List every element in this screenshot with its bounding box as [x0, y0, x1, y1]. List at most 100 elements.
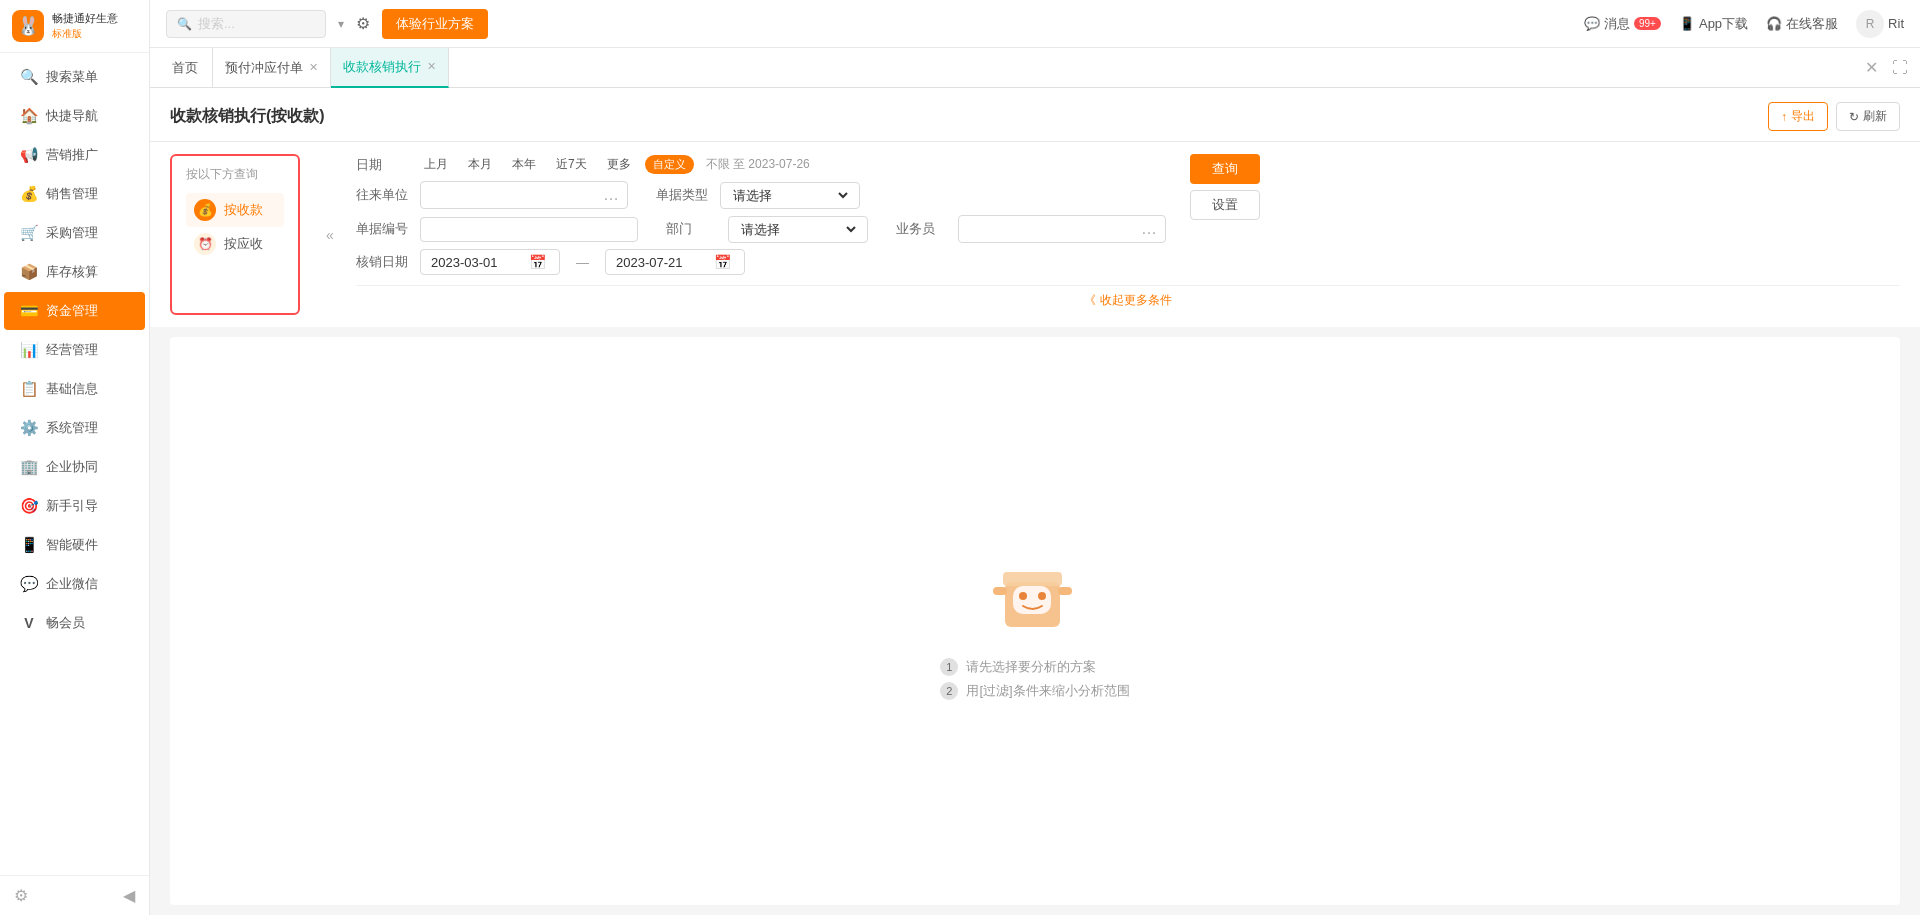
sidebar-item-inventory[interactable]: 📦 库存核算	[4, 253, 145, 291]
counterparty-input[interactable]	[429, 188, 597, 203]
online-service-label: 在线客服	[1786, 15, 1838, 33]
hint-number-2: 2	[940, 682, 958, 700]
search-icon: 🔍	[177, 17, 192, 31]
doc-number-input[interactable]	[429, 222, 629, 237]
sidebar-label-marketing: 营销推广	[46, 146, 98, 164]
svg-point-3	[1019, 592, 1027, 600]
salesperson-dots-icon[interactable]: …	[1141, 220, 1157, 238]
sidebar: 🐰 畅捷通好生意 标准版 🔍 搜索菜单 🏠 快捷导航 📢 营销推广 💰 销售管理…	[0, 0, 150, 915]
sidebar-label-member: 畅会员	[46, 614, 85, 632]
page-header-actions: ↑ 导出 ↻ 刷新	[1768, 102, 1900, 131]
tab-receipt-verify-label: 收款核销执行	[343, 58, 421, 76]
search-placeholder-text: 搜索...	[198, 15, 235, 33]
sidebar-item-search-menu[interactable]: 🔍 搜索菜单	[4, 58, 145, 96]
sidebar-item-basic-info[interactable]: 📋 基础信息	[4, 370, 145, 408]
counterparty-dots-icon[interactable]: …	[603, 186, 619, 204]
verify-date-end-wrap: 2023-07-21 📅	[605, 249, 745, 275]
sidebar-label-hardware: 智能硬件	[46, 536, 98, 554]
query-type-by-receivable[interactable]: ⏰ 按应收	[186, 227, 284, 261]
topbar: 🔍 搜索... ▾ ⚙ 体验行业方案 💬 消息 99+ 📱 App下载 🎧 在线…	[150, 0, 1920, 48]
tab-prepay-close-icon[interactable]: ✕	[309, 61, 318, 74]
refresh-btn[interactable]: ↻ 刷新	[1836, 102, 1900, 131]
hint-text-2: 用[过滤]条件来缩小分析范围	[966, 682, 1129, 700]
member-icon: V	[20, 615, 38, 631]
verify-date-start-input[interactable]: 2023-03-01	[431, 255, 521, 270]
date-shortcut-more[interactable]: 更多	[601, 154, 637, 175]
sidebar-collapse-icon[interactable]: ◀	[123, 886, 135, 905]
query-btn[interactable]: 查询	[1190, 154, 1260, 184]
tab-close-all-icon[interactable]: ✕	[1861, 54, 1882, 81]
query-type-panel: 按以下方查询 💰 按收款 ⏰ 按应收	[170, 154, 300, 315]
sidebar-item-system[interactable]: ⚙️ 系统管理	[4, 409, 145, 447]
search-menu-icon: 🔍	[20, 68, 38, 86]
tab-expand-icon[interactable]: ⛶	[1888, 55, 1912, 81]
topbar-search[interactable]: 🔍 搜索...	[166, 10, 326, 38]
sidebar-settings-icon[interactable]: ⚙	[14, 886, 28, 905]
query-type-by-receipt[interactable]: 💰 按收款	[186, 193, 284, 227]
sidebar-item-hardware[interactable]: 📱 智能硬件	[4, 526, 145, 564]
purchase-icon: 🛒	[20, 224, 38, 242]
verify-date-end-calendar-icon[interactable]: 📅	[714, 254, 731, 270]
date-shortcut-last-month[interactable]: 上月	[418, 154, 454, 175]
sidebar-item-sales[interactable]: 💰 销售管理	[4, 175, 145, 213]
industry-btn[interactable]: 体验行业方案	[382, 9, 488, 39]
logo-icon: 🐰	[12, 10, 44, 42]
sidebar-menu: 🔍 搜索菜单 🏠 快捷导航 📢 营销推广 💰 销售管理 🛒 采购管理 📦 库存核…	[0, 53, 149, 875]
date-custom-badge[interactable]: 自定义	[645, 155, 694, 174]
doc-number-label: 单据编号	[356, 220, 408, 238]
date-shortcut-this-month[interactable]: 本月	[462, 154, 498, 175]
tab-receipt-verify[interactable]: 收款核销执行 ✕	[331, 48, 449, 88]
panel-collapse-btn[interactable]: «	[320, 154, 340, 315]
tab-receipt-verify-close-icon[interactable]: ✕	[427, 60, 436, 73]
sidebar-item-marketing[interactable]: 📢 营销推广	[4, 136, 145, 174]
tab-prepay[interactable]: 预付冲应付单 ✕	[213, 48, 331, 88]
messages-btn[interactable]: 💬 消息 99+	[1584, 15, 1661, 33]
settings-btn[interactable]: 设置	[1190, 190, 1260, 220]
empty-state: 1 请先选择要分析的方案 2 用[过滤]条件来缩小分析范围	[170, 337, 1900, 905]
collapse-more-label: 收起更多条件	[1100, 292, 1172, 309]
online-service-btn[interactable]: 🎧 在线客服	[1766, 15, 1838, 33]
tabbar-actions: ✕ ⛶	[1861, 54, 1920, 81]
user-info[interactable]: R Rit	[1856, 10, 1904, 38]
doc-type-select[interactable]: 请选择	[729, 187, 851, 204]
sidebar-item-quick-nav[interactable]: 🏠 快捷导航	[4, 97, 145, 135]
sidebar-label-inventory: 库存核算	[46, 263, 98, 281]
sidebar-item-purchase[interactable]: 🛒 采购管理	[4, 214, 145, 252]
salesperson-label: 业务员	[896, 220, 946, 238]
svg-point-4	[1038, 592, 1046, 600]
collapse-more-btn[interactable]: 《 收起更多条件	[1084, 292, 1172, 309]
sidebar-label-sales: 销售管理	[46, 185, 98, 203]
app-download-label: App下载	[1699, 15, 1748, 33]
sidebar-item-member[interactable]: V 畅会员	[4, 604, 145, 642]
sidebar-item-wechat[interactable]: 💬 企业微信	[4, 565, 145, 603]
filter-row-date: 日期 上月 本月 本年 近7天 更多 自定义 不限 至 2023-07-26	[356, 154, 1166, 175]
department-label: 部门	[666, 220, 716, 238]
salesperson-input[interactable]	[967, 222, 1135, 237]
wechat-icon: 💬	[20, 575, 38, 593]
hint-text-1: 请先选择要分析的方案	[966, 658, 1096, 676]
app-download-btn[interactable]: 📱 App下载	[1679, 15, 1748, 33]
date-shortcut-7days[interactable]: 近7天	[550, 154, 593, 175]
topbar-chevron-icon[interactable]: ▾	[338, 17, 344, 31]
beginner-icon: 🎯	[20, 497, 38, 515]
verify-date-end-input[interactable]: 2023-07-21	[616, 255, 706, 270]
verify-date-start-calendar-icon[interactable]: 📅	[529, 254, 546, 270]
doc-type-select-wrap: 请选择	[720, 182, 860, 209]
hint-number-1: 1	[940, 658, 958, 676]
inventory-icon: 📦	[20, 263, 38, 281]
tab-home[interactable]: 首页	[158, 48, 213, 88]
filter-row-counterparty: 往来单位 … 单据类型 请选择	[356, 181, 1166, 209]
department-select[interactable]: 请选择	[737, 221, 859, 238]
date-shortcut-this-year[interactable]: 本年	[506, 154, 542, 175]
empty-svg	[985, 542, 1085, 642]
sidebar-item-operation[interactable]: 📊 经营管理	[4, 331, 145, 369]
export-btn[interactable]: ↑ 导出	[1768, 102, 1828, 131]
sales-icon: 💰	[20, 185, 38, 203]
sidebar-label-search-menu: 搜索菜单	[46, 68, 98, 86]
sidebar-item-beginner[interactable]: 🎯 新手引导	[4, 487, 145, 525]
sidebar-item-finance[interactable]: 💳 资金管理	[4, 292, 145, 330]
filter-right: 日期 上月 本月 本年 近7天 更多 自定义 不限 至 2023-07-26	[356, 154, 1900, 315]
sidebar-label-quick-nav: 快捷导航	[46, 107, 98, 125]
topbar-gear-icon[interactable]: ⚙	[356, 14, 370, 33]
sidebar-item-enterprise[interactable]: 🏢 企业协同	[4, 448, 145, 486]
